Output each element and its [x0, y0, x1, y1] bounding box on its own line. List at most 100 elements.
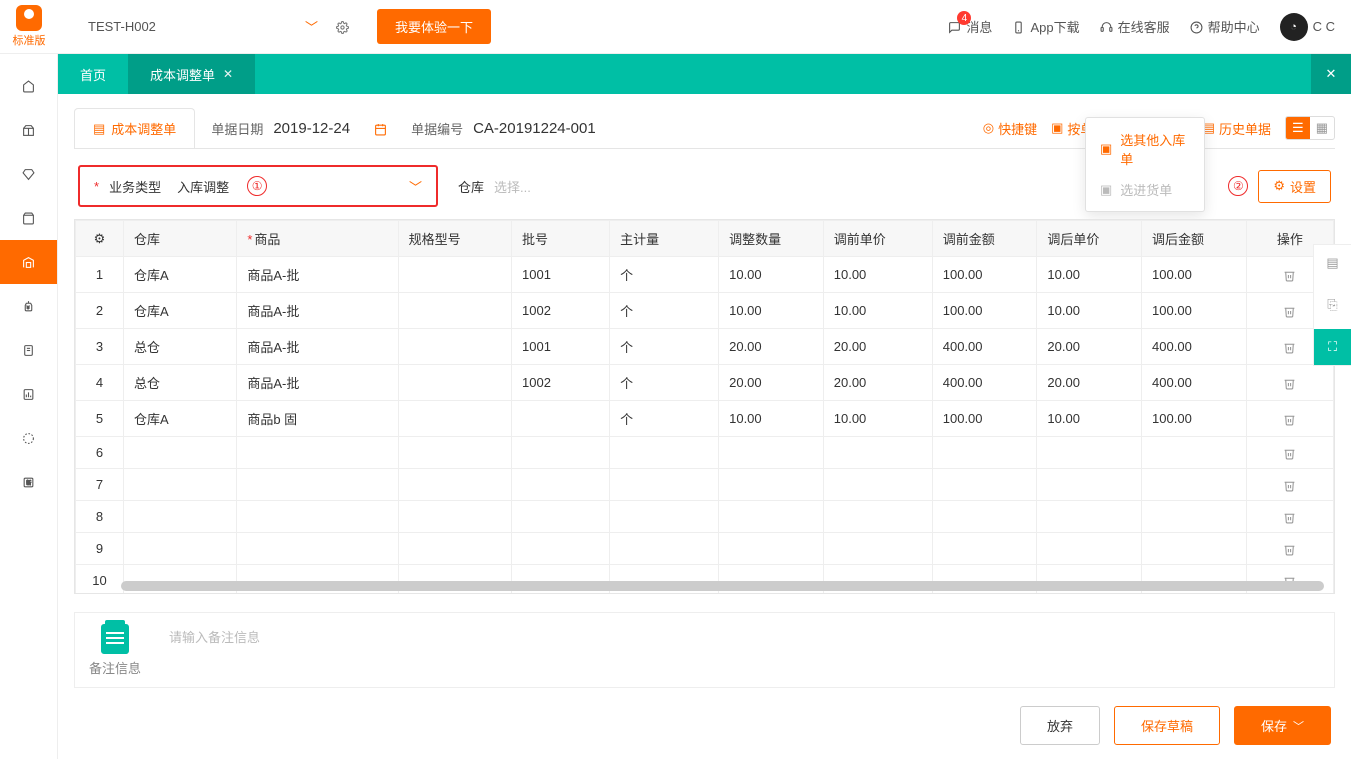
close-all-tabs[interactable]: ✕: [1311, 54, 1351, 94]
col-spec[interactable]: 规格型号: [398, 221, 511, 257]
cell-wh[interactable]: [123, 533, 236, 565]
nav-warehouse[interactable]: [0, 240, 57, 284]
tab-home[interactable]: 首页: [58, 54, 128, 94]
biz-type-select[interactable]: * 业务类型 入库调整 ① ﹀: [78, 165, 438, 207]
logo[interactable]: 标准版: [0, 0, 58, 54]
cell-unit[interactable]: 个: [610, 329, 719, 365]
table-row[interactable]: 1仓库A商品A-批1001个10.0010.00100.0010.00100.0…: [76, 257, 1334, 293]
tab-cost-adjust[interactable]: 成本调整单 ✕: [128, 54, 255, 94]
user-menu[interactable]: ◔ C C: [1280, 13, 1335, 41]
nav-sync[interactable]: [0, 416, 57, 460]
cell-batch[interactable]: [512, 469, 610, 501]
cell-batch[interactable]: 1002: [512, 365, 610, 401]
cell-unit[interactable]: [610, 469, 719, 501]
gear-icon[interactable]: [336, 19, 349, 34]
cell-qty[interactable]: [719, 533, 824, 565]
cell-aprice[interactable]: 10.00: [1037, 293, 1142, 329]
cell-delete[interactable]: [1246, 533, 1333, 565]
cell-prod[interactable]: [237, 501, 398, 533]
float-expand-icon[interactable]: ⛶: [1314, 329, 1351, 365]
nav-new[interactable]: 新: [0, 460, 57, 504]
cell-qty[interactable]: [719, 501, 824, 533]
col-warehouse[interactable]: 仓库: [123, 221, 236, 257]
cell-aamt[interactable]: 400.00: [1142, 365, 1247, 401]
cell-aprice[interactable]: 20.00: [1037, 329, 1142, 365]
cell-pprice[interactable]: 10.00: [823, 257, 932, 293]
cell-pamt[interactable]: [932, 501, 1037, 533]
cell-pamt[interactable]: 100.00: [932, 293, 1037, 329]
cta-trial-button[interactable]: 我要体验一下: [377, 9, 491, 44]
col-unit[interactable]: 主计量: [610, 221, 719, 257]
cell-aamt[interactable]: 100.00: [1142, 293, 1247, 329]
cell-delete[interactable]: [1246, 437, 1333, 469]
cell-pamt[interactable]: 100.00: [932, 401, 1037, 437]
cell-batch[interactable]: 1002: [512, 293, 610, 329]
nav-clipboard[interactable]: [0, 328, 57, 372]
cell-prod[interactable]: [237, 437, 398, 469]
col-pre-price[interactable]: 调前单价: [823, 221, 932, 257]
cell-pprice[interactable]: [823, 501, 932, 533]
col-after-price[interactable]: 调后单价: [1037, 221, 1142, 257]
cell-delete[interactable]: [1246, 365, 1333, 401]
cell-aprice[interactable]: [1037, 437, 1142, 469]
cell-wh[interactable]: 仓库A: [123, 257, 236, 293]
cell-batch[interactable]: [512, 437, 610, 469]
cell-delete[interactable]: [1246, 469, 1333, 501]
cell-pprice[interactable]: 10.00: [823, 293, 932, 329]
cell-prod[interactable]: [237, 469, 398, 501]
calendar-icon[interactable]: [374, 120, 387, 135]
cell-spec[interactable]: [398, 293, 511, 329]
float-note-icon[interactable]: ▤: [1314, 245, 1351, 281]
table-row[interactable]: 9: [76, 533, 1334, 565]
cell-aamt[interactable]: 100.00: [1142, 257, 1247, 293]
view-grid-icon[interactable]: ▦: [1310, 117, 1334, 139]
cell-batch[interactable]: 1001: [512, 257, 610, 293]
cell-pprice[interactable]: 20.00: [823, 329, 932, 365]
cell-wh[interactable]: 仓库A: [123, 401, 236, 437]
cell-spec[interactable]: [398, 401, 511, 437]
cell-qty[interactable]: 10.00: [719, 257, 824, 293]
cell-batch[interactable]: 1001: [512, 329, 610, 365]
help-link[interactable]: 帮助中心: [1190, 17, 1260, 36]
messages-link[interactable]: 4 消息: [948, 17, 992, 36]
cell-wh[interactable]: [123, 469, 236, 501]
save-button[interactable]: 保存 ﹀: [1234, 706, 1331, 745]
cell-spec[interactable]: [398, 437, 511, 469]
cell-pprice[interactable]: 20.00: [823, 365, 932, 401]
cell-spec[interactable]: [398, 501, 511, 533]
cell-spec[interactable]: [398, 533, 511, 565]
cell-prod[interactable]: 商品A-批: [237, 293, 398, 329]
opt-other-inbound[interactable]: ▣ 选其他入库单: [1086, 124, 1204, 174]
col-qty[interactable]: 调整数量: [719, 221, 824, 257]
cell-delete[interactable]: [1246, 501, 1333, 533]
nav-report[interactable]: [0, 372, 57, 416]
close-icon[interactable]: ✕: [223, 67, 233, 81]
date-value[interactable]: 2019-12-24: [273, 120, 350, 137]
cell-spec[interactable]: [398, 329, 511, 365]
cell-aamt[interactable]: [1142, 501, 1247, 533]
float-link-icon[interactable]: ⎘: [1314, 287, 1351, 323]
cell-pamt[interactable]: 400.00: [932, 365, 1037, 401]
cell-delete[interactable]: [1246, 401, 1333, 437]
nav-bag[interactable]: [0, 196, 57, 240]
col-config[interactable]: ⚙: [76, 221, 124, 257]
table-row[interactable]: 4总仓商品A-批1002个20.0020.00400.0020.00400.00: [76, 365, 1334, 401]
settings-button[interactable]: ⚙ 设置: [1258, 170, 1331, 203]
remark-input[interactable]: [155, 613, 1334, 687]
doc-type-tab[interactable]: ▤ 成本调整单: [74, 108, 195, 148]
nav-home[interactable]: [0, 64, 57, 108]
cell-unit[interactable]: [610, 501, 719, 533]
cell-spec[interactable]: [398, 365, 511, 401]
cell-prod[interactable]: [237, 533, 398, 565]
cell-unit[interactable]: 个: [610, 293, 719, 329]
org-select[interactable]: TEST-H002 ﹀: [78, 11, 328, 43]
cell-unit[interactable]: 个: [610, 365, 719, 401]
action-history[interactable]: ▤ 历史单据: [1203, 119, 1271, 138]
cell-qty[interactable]: [719, 437, 824, 469]
cell-spec[interactable]: [398, 469, 511, 501]
cell-batch[interactable]: [512, 533, 610, 565]
cell-aamt[interactable]: [1142, 437, 1247, 469]
cell-aamt[interactable]: [1142, 533, 1247, 565]
view-switch[interactable]: ☰ ▦: [1285, 116, 1335, 140]
customer-service-link[interactable]: 在线客服: [1100, 17, 1170, 36]
